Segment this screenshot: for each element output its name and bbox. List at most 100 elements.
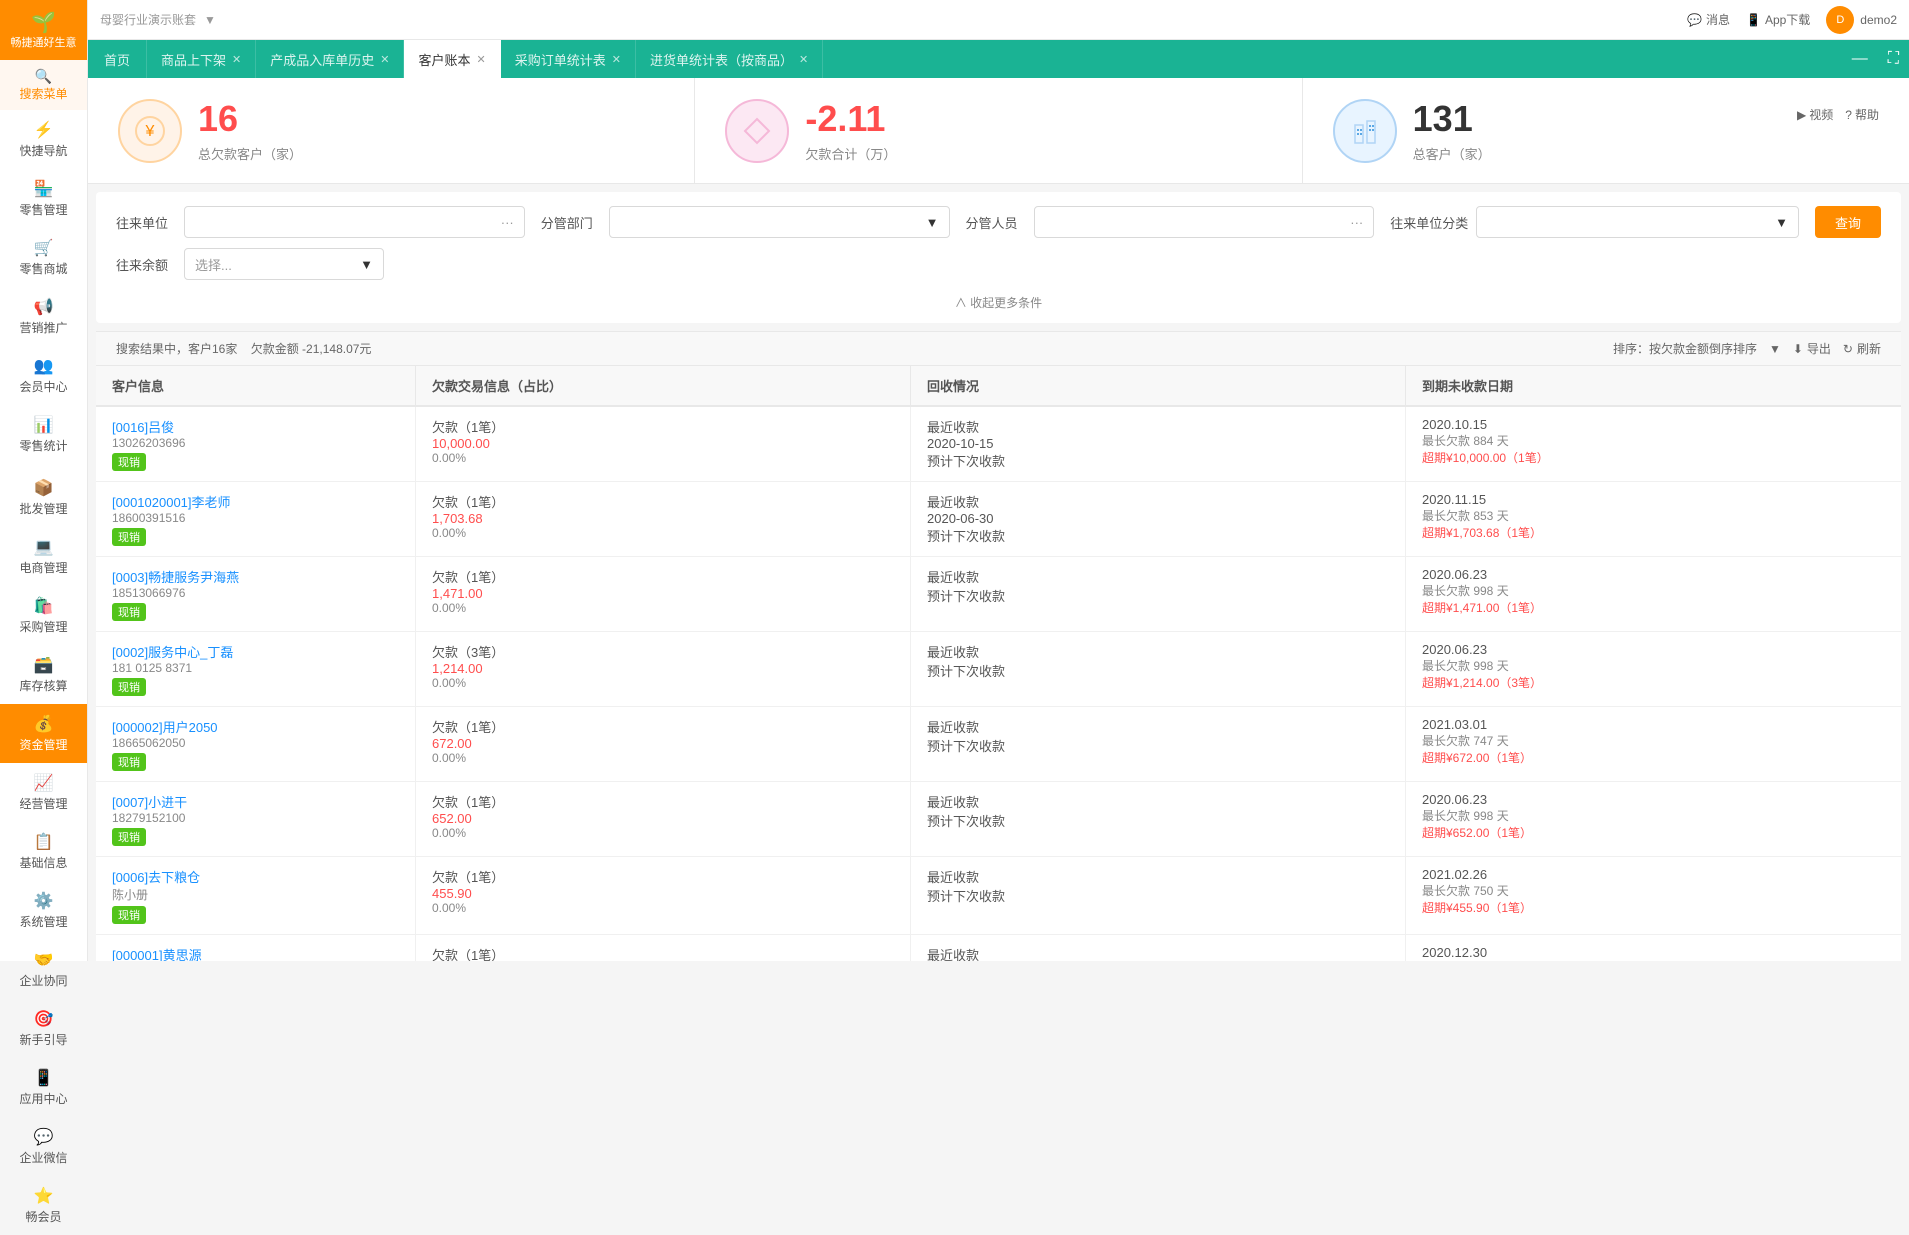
overdue-0[interactable]: 超期¥10,000.00（1笔） <box>1422 449 1885 466</box>
sidebar-item-corp-wx[interactable]: 💬 企业微信 <box>0 1117 87 1176</box>
customer-id-7[interactable]: [000001]黄思源 <box>112 945 399 961</box>
stat-card-debt-customers: ¥ 16 总欠款客户（家） <box>88 78 695 183</box>
customer-id-0[interactable]: [0016]吕俊 <box>112 417 399 436</box>
inventory-icon: 🗃️ <box>34 655 54 675</box>
debt-amount-5[interactable]: 652.00 <box>432 811 894 826</box>
customer-id-4[interactable]: [000002]用户2050 <box>112 717 399 736</box>
sidebar-item-basic-info[interactable]: 📋 基础信息 <box>0 822 87 881</box>
app-download-btn[interactable]: 📱 App下载 <box>1746 11 1810 28</box>
customer-input[interactable]: ··· <box>184 206 525 238</box>
th-debt-info: 欠款交易信息（占比） <box>416 366 911 405</box>
debt-amount-1[interactable]: 1,703.68 <box>432 511 894 526</box>
overdue-1[interactable]: 超期¥1,703.68（1笔） <box>1422 524 1885 541</box>
tab-close-icon[interactable]: ✕ <box>380 53 389 66</box>
tab-close-icon[interactable]: ✕ <box>612 53 621 66</box>
sidebar-item-finance[interactable]: 💰 资金管理 <box>0 704 87 763</box>
td-debt-7: 欠款（1笔） 429.00 0.00% <box>416 935 911 961</box>
sidebar-item-ecommerce[interactable]: 💻 电商管理 <box>0 527 87 586</box>
overdue-2[interactable]: 超期¥1,471.00（1笔） <box>1422 599 1885 616</box>
debt-amount-0[interactable]: 10,000.00 <box>432 436 894 451</box>
tab-customer-account[interactable]: 客户账本 ✕ <box>404 40 500 78</box>
app-name: 畅捷通好生意 <box>0 36 87 50</box>
balance-select[interactable]: 选择... ▼ <box>184 248 384 280</box>
debt-amount-3[interactable]: 1,214.00 <box>432 661 894 676</box>
basic-info-icon: 📋 <box>34 832 54 852</box>
export-button[interactable]: ⬇ 导出 <box>1793 340 1831 357</box>
tab-purchase-order[interactable]: 采购订单统计表 ✕ <box>501 40 636 78</box>
tab-import-stats-label: 进货单统计表（按商品） <box>650 50 793 69</box>
customer-id-5[interactable]: [0007]小进干 <box>112 792 399 811</box>
download-icon: 📱 <box>1746 13 1761 27</box>
sidebar-item-search[interactable]: 🔍 搜索菜单 <box>0 60 87 110</box>
next-collect-5: 预计下次收款 <box>927 811 1389 830</box>
customer-id-1[interactable]: [0001020001]李老师 <box>112 492 399 511</box>
sidebar-item-vip[interactable]: ⭐ 畅会员 <box>0 1176 87 1235</box>
tab-maximize-icon[interactable]: ⛶ <box>1878 50 1909 68</box>
stat-number-total: -2.11 <box>805 98 896 140</box>
sidebar-item-purchase[interactable]: 🛍️ 采购管理 <box>0 586 87 645</box>
customer-id-3[interactable]: [0002]服务中心_丁磊 <box>112 642 399 661</box>
debt-amount-2[interactable]: 1,471.00 <box>432 586 894 601</box>
td-debt-3: 欠款（3笔） 1,214.00 0.00% <box>416 632 911 706</box>
purchase-icon: 🛍️ <box>34 596 54 616</box>
debt-amount-4[interactable]: 672.00 <box>432 736 894 751</box>
person-input[interactable]: ··· <box>1034 206 1375 238</box>
sidebar-item-retail-stats[interactable]: 📊 零售统计 <box>0 405 87 464</box>
message-btn[interactable]: 💬 消息 <box>1687 11 1730 28</box>
user-section[interactable]: D demo2 <box>1826 6 1897 34</box>
td-collection-4: 最近收款 预计下次收款 <box>911 707 1406 781</box>
td-debt-5: 欠款（1笔） 652.00 0.00% <box>416 782 911 856</box>
customer-id-6[interactable]: [0006]去下粮仓 <box>112 867 399 886</box>
tab-close-icon[interactable]: ✕ <box>477 53 486 66</box>
overdue-6[interactable]: 超期¥455.90（1笔） <box>1422 899 1885 916</box>
tab-close-icon[interactable]: ✕ <box>232 53 241 66</box>
table-row: [000002]用户2050 18665062050 现销 欠款（1笔） 672… <box>96 707 1901 782</box>
tab-close-icon[interactable]: ✕ <box>799 53 808 66</box>
sidebar-item-quick-nav[interactable]: ⚡ 快捷导航 <box>0 110 87 169</box>
last-date-0: 2020-10-15 <box>927 436 1389 451</box>
tab-home[interactable]: 首页 <box>88 40 147 78</box>
sidebar-item-newbie[interactable]: 🎯 新手引导 <box>0 999 87 1058</box>
help-icon: ? <box>1845 108 1852 122</box>
results-summary: 搜索结果中，客户16家 欠款金额 -21,148.07元 <box>116 340 371 357</box>
debt-count-1: 欠款（1笔） <box>432 492 894 511</box>
overdue-4[interactable]: 超期¥672.00（1笔） <box>1422 749 1885 766</box>
sidebar-item-system[interactable]: ⚙️ 系统管理 <box>0 881 87 940</box>
finance-icon: 💰 <box>34 714 54 734</box>
dept-select[interactable]: ▼ <box>609 206 950 238</box>
sidebar-item-enterprise[interactable]: 🤝 企业协同 <box>0 940 87 999</box>
help-btn[interactable]: ? 帮助 <box>1845 106 1879 123</box>
retail-mgmt-icon: 🏪 <box>34 179 54 199</box>
stat-top-actions: ▶ 视频 ? 帮助 <box>1797 98 1879 123</box>
refresh-button[interactable]: ↻ 刷新 <box>1843 340 1881 357</box>
collapse-btn[interactable]: ∧ 收起更多条件 <box>116 290 1881 315</box>
sidebar-item-batch-mgmt[interactable]: 📦 批发管理 <box>0 468 87 527</box>
marketing-icon: 📢 <box>34 297 54 317</box>
customer-id-2[interactable]: [0003]畅捷服务尹海燕 <box>112 567 399 586</box>
stat-info-all: 131 总客户（家） <box>1413 98 1491 163</box>
sidebar-item-inventory[interactable]: 🗃️ 库存核算 <box>0 645 87 704</box>
query-button[interactable]: 查询 <box>1815 206 1881 238</box>
tab-products-off[interactable]: 商品上下架 ✕ <box>147 40 256 78</box>
data-table: 客户信息 欠款交易信息（占比） 回收情况 到期未收款日期 [0016]吕俊 13… <box>96 366 1901 961</box>
top-bar-right: 💬 消息 📱 App下载 D demo2 <box>1687 6 1897 34</box>
sidebar-item-business[interactable]: 📈 经营管理 <box>0 763 87 822</box>
td-collection-5: 最近收款 预计下次收款 <box>911 782 1406 856</box>
debt-amount-6[interactable]: 455.90 <box>432 886 894 901</box>
video-btn[interactable]: ▶ 视频 <box>1797 106 1833 123</box>
sidebar-item-marketing[interactable]: 📢 营销推广 <box>0 287 87 346</box>
overdue-5[interactable]: 超期¥652.00（1笔） <box>1422 824 1885 841</box>
tab-product-history[interactable]: 产成品入库单历史 ✕ <box>256 40 404 78</box>
overdue-3[interactable]: 超期¥1,214.00（3笔） <box>1422 674 1885 691</box>
tab-import-stats[interactable]: 进货单统计表（按商品） ✕ <box>636 40 823 78</box>
category-select[interactable]: ▼ <box>1476 206 1799 238</box>
sidebar-item-retail-mgmt[interactable]: 🏪 零售管理 <box>0 169 87 228</box>
sidebar-item-member[interactable]: 👥 会员中心 <box>0 346 87 405</box>
dropdown-icon[interactable]: ▼ <box>204 13 216 27</box>
sort-dropdown-icon[interactable]: ▼ <box>1769 342 1781 356</box>
due-date-7: 2020.12.30 <box>1422 945 1885 960</box>
customer-tag-3: 现销 <box>112 678 146 696</box>
sidebar-item-retail-mall[interactable]: 🛒 零售商城 <box>0 228 87 287</box>
tab-minimize-icon[interactable]: — <box>1842 50 1878 68</box>
sidebar-item-app-center[interactable]: 📱 应用中心 <box>0 1058 87 1117</box>
